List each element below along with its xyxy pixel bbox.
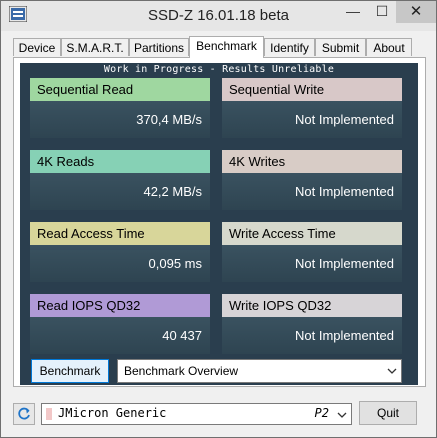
tile-label: 4K Writes	[222, 150, 402, 173]
tab-benchmark[interactable]: Benchmark	[189, 36, 264, 58]
drive-name: JMicron Generic	[58, 406, 167, 420]
chevron-down-icon	[387, 360, 397, 390]
title-bar[interactable]: SSD-Z 16.01.18 beta — ☐ ✕	[1, 1, 436, 31]
tile-label: Read Access Time	[30, 222, 210, 245]
benchmark-view-value: Benchmark Overview	[124, 364, 239, 378]
tile-sequential-read: Sequential Read 370,4 MB/s	[30, 78, 210, 138]
tile-4k-writes: 4K Writes Not Implemented	[222, 150, 402, 210]
tile-value: Not Implemented	[222, 101, 402, 138]
tab-partitions[interactable]: Partitions	[129, 38, 189, 56]
tile-label: Sequential Read	[30, 78, 210, 101]
tile-4k-reads: 4K Reads 42,2 MB/s	[30, 150, 210, 210]
tile-label: Sequential Write	[222, 78, 402, 101]
tile-sequential-write: Sequential Write Not Implemented	[222, 78, 402, 138]
tab-strip: Device S.M.A.R.T. Partitions Benchmark I…	[1, 36, 437, 58]
tab-about[interactable]: About	[366, 38, 412, 56]
tab-submit[interactable]: Submit	[315, 38, 366, 56]
benchmark-button[interactable]: Benchmark	[31, 359, 109, 383]
tile-label: Read IOPS QD32	[30, 294, 210, 317]
tile-write-iops-qd32: Write IOPS QD32 Not Implemented	[222, 294, 402, 354]
tile-label: Write Access Time	[222, 222, 402, 245]
minimize-button[interactable]: —	[338, 1, 368, 23]
benchmark-panel: Work in Progress - Results Unreliable Se…	[20, 63, 418, 385]
tab-smart[interactable]: S.M.A.R.T.	[61, 38, 129, 56]
tile-value: Not Implemented	[222, 317, 402, 354]
tile-value: 370,4 MB/s	[30, 101, 210, 138]
work-in-progress-banner: Work in Progress - Results Unreliable	[103, 64, 335, 75]
tile-value: 42,2 MB/s	[30, 173, 210, 210]
drive-select[interactable]: JMicron Generic P2	[41, 403, 352, 425]
tile-value: 40 437	[30, 317, 210, 354]
tile-value: Not Implemented	[222, 245, 402, 282]
refresh-drives-button[interactable]	[13, 403, 35, 425]
refresh-icon	[14, 407, 34, 428]
drive-color-swatch	[46, 408, 52, 420]
benchmark-view-select[interactable]: Benchmark Overview	[117, 359, 402, 383]
tile-read-iops-qd32: Read IOPS QD32 40 437	[30, 294, 210, 354]
app-window: SSD-Z 16.01.18 beta — ☐ ✕ Device S.M.A.R…	[0, 0, 437, 438]
tile-read-access-time: Read Access Time 0,095 ms	[30, 222, 210, 282]
close-button[interactable]: ✕	[396, 1, 436, 23]
tab-identify[interactable]: Identify	[264, 38, 315, 56]
tile-value: Not Implemented	[222, 173, 402, 210]
tile-label: 4K Reads	[30, 150, 210, 173]
drive-port: P2	[314, 406, 329, 420]
tile-value: 0,095 ms	[30, 245, 210, 282]
tile-label: Write IOPS QD32	[222, 294, 402, 317]
tile-write-access-time: Write Access Time Not Implemented	[222, 222, 402, 282]
tab-device[interactable]: Device	[13, 38, 61, 56]
quit-button[interactable]: Quit	[359, 401, 417, 425]
maximize-button[interactable]: ☐	[368, 1, 396, 23]
chevron-down-icon	[337, 407, 347, 426]
